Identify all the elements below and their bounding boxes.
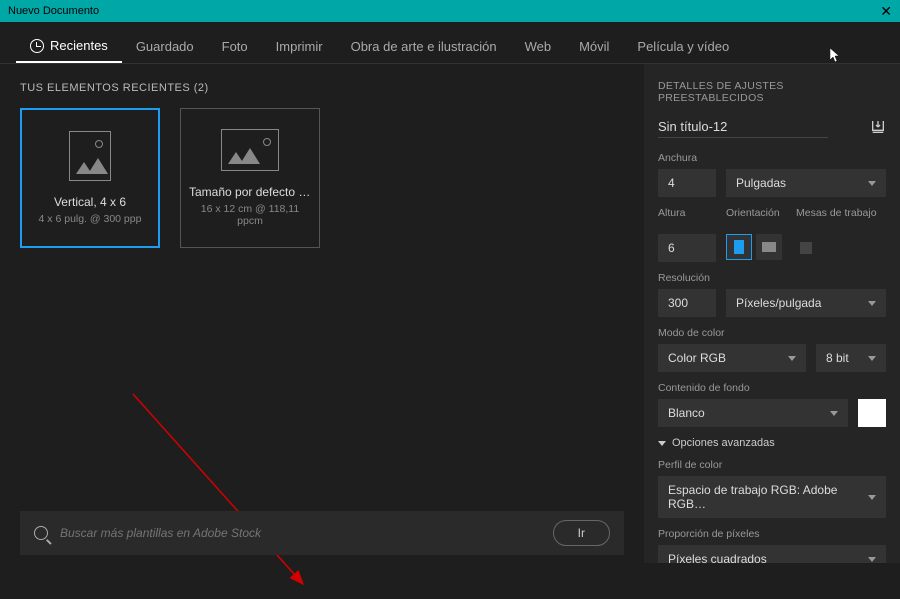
tab-label: Obra de arte e ilustración: [351, 39, 497, 54]
recents-heading: TUS ELEMENTOS RECIENTES (2): [20, 82, 624, 94]
select-value: Espacio de trabajo RGB: Adobe RGB…: [668, 483, 868, 511]
chevron-down-icon: [868, 557, 876, 562]
tab-label: Foto: [222, 39, 248, 54]
tab-mobile[interactable]: Móvil: [565, 30, 623, 63]
color-mode-label: Modo de color: [658, 327, 886, 339]
preset-card-vertical-4x6[interactable]: Vertical, 4 x 6 4 x 6 pulg. @ 300 ppp: [20, 108, 160, 248]
preset-subtitle: 16 x 12 cm @ 118,11 ppcm: [189, 203, 311, 227]
pixel-ratio-label: Proporción de píxeles: [658, 528, 886, 540]
artboards-label: Mesas de trabajo: [796, 207, 877, 219]
advanced-options-toggle[interactable]: Opciones avanzadas: [658, 437, 886, 449]
preset-card-default-photoshop[interactable]: Tamaño por defecto de Ph… 16 x 12 cm @ 1…: [180, 108, 320, 248]
chevron-down-icon: [868, 181, 876, 186]
tab-saved[interactable]: Guardado: [122, 30, 208, 63]
artboards-checkbox[interactable]: [800, 242, 812, 254]
background-label: Contenido de fondo: [658, 382, 886, 394]
save-preset-icon[interactable]: [870, 119, 886, 135]
tab-label: Móvil: [579, 39, 609, 54]
tab-recent[interactable]: Recientes: [16, 30, 122, 63]
document-title-input[interactable]: [658, 116, 828, 138]
page-icon: [221, 129, 279, 171]
height-input[interactable]: [658, 234, 716, 262]
preset-subtitle: 4 x 6 pulg. @ 300 ppp: [39, 213, 142, 225]
width-label: Anchura: [658, 152, 886, 164]
resolution-unit-select[interactable]: Píxeles/pulgada: [726, 289, 886, 317]
tab-label: Recientes: [50, 38, 108, 53]
annotation-arrow: [128, 389, 328, 599]
preset-title: Vertical, 4 x 6: [30, 195, 150, 209]
tab-film[interactable]: Película y vídeo: [623, 30, 743, 63]
tab-label: Web: [525, 39, 552, 54]
stock-search-bar: Ir: [20, 511, 624, 555]
resolution-input[interactable]: [658, 289, 716, 317]
orientation-label: Orientación: [726, 207, 786, 219]
resolution-label: Resolución: [658, 272, 886, 284]
clock-icon: [30, 39, 44, 53]
orientation-portrait-button[interactable]: [726, 234, 752, 260]
search-input[interactable]: [60, 526, 541, 540]
tab-print[interactable]: Imprimir: [262, 30, 337, 63]
chevron-down-icon: [658, 441, 666, 446]
close-icon[interactable]: ✕: [880, 3, 892, 20]
chevron-down-icon: [868, 495, 876, 500]
color-profile-select[interactable]: Espacio de trabajo RGB: Adobe RGB…: [658, 476, 886, 518]
width-input[interactable]: [658, 169, 716, 197]
details-panel: DETALLES DE AJUSTES PREESTABLECIDOS Anch…: [644, 64, 900, 563]
orientation-landscape-button[interactable]: [756, 234, 782, 260]
tab-label: Película y vídeo: [637, 39, 729, 54]
search-icon: [34, 526, 48, 540]
tab-web[interactable]: Web: [511, 30, 566, 63]
unit-select[interactable]: Pulgadas: [726, 169, 886, 197]
category-tabs: Recientes Guardado Foto Imprimir Obra de…: [0, 22, 900, 64]
titlebar: Nuevo Documento ✕: [0, 0, 900, 22]
color-profile-label: Perfil de color: [658, 459, 886, 471]
chevron-down-icon: [830, 411, 838, 416]
select-value: Color RGB: [668, 351, 726, 365]
page-icon: [69, 131, 111, 181]
bit-depth-select[interactable]: 8 bit: [816, 344, 886, 372]
select-value: Pulgadas: [736, 176, 786, 190]
preset-panel: TUS ELEMENTOS RECIENTES (2) Vertical, 4 …: [0, 64, 644, 563]
pixel-ratio-select[interactable]: Píxeles cuadrados: [658, 545, 886, 563]
tab-art[interactable]: Obra de arte e ilustración: [337, 30, 511, 63]
chevron-down-icon: [868, 356, 876, 361]
tab-label: Guardado: [136, 39, 194, 54]
select-value: Blanco: [668, 406, 705, 420]
height-label: Altura: [658, 207, 716, 219]
chevron-down-icon: [868, 301, 876, 306]
details-heading: DETALLES DE AJUSTES PREESTABLECIDOS: [658, 80, 886, 104]
preset-title: Tamaño por defecto de Ph…: [189, 185, 311, 199]
background-select[interactable]: Blanco: [658, 399, 848, 427]
select-value: 8 bit: [826, 351, 849, 365]
go-button[interactable]: Ir: [553, 520, 610, 546]
chevron-down-icon: [788, 356, 796, 361]
tab-label: Imprimir: [276, 39, 323, 54]
color-mode-select[interactable]: Color RGB: [658, 344, 806, 372]
select-value: Píxeles cuadrados: [668, 552, 767, 563]
tab-photo[interactable]: Foto: [208, 30, 262, 63]
advanced-label: Opciones avanzadas: [672, 437, 775, 449]
select-value: Píxeles/pulgada: [736, 296, 821, 310]
background-color-swatch[interactable]: [858, 399, 886, 427]
window-title: Nuevo Documento: [8, 5, 99, 17]
